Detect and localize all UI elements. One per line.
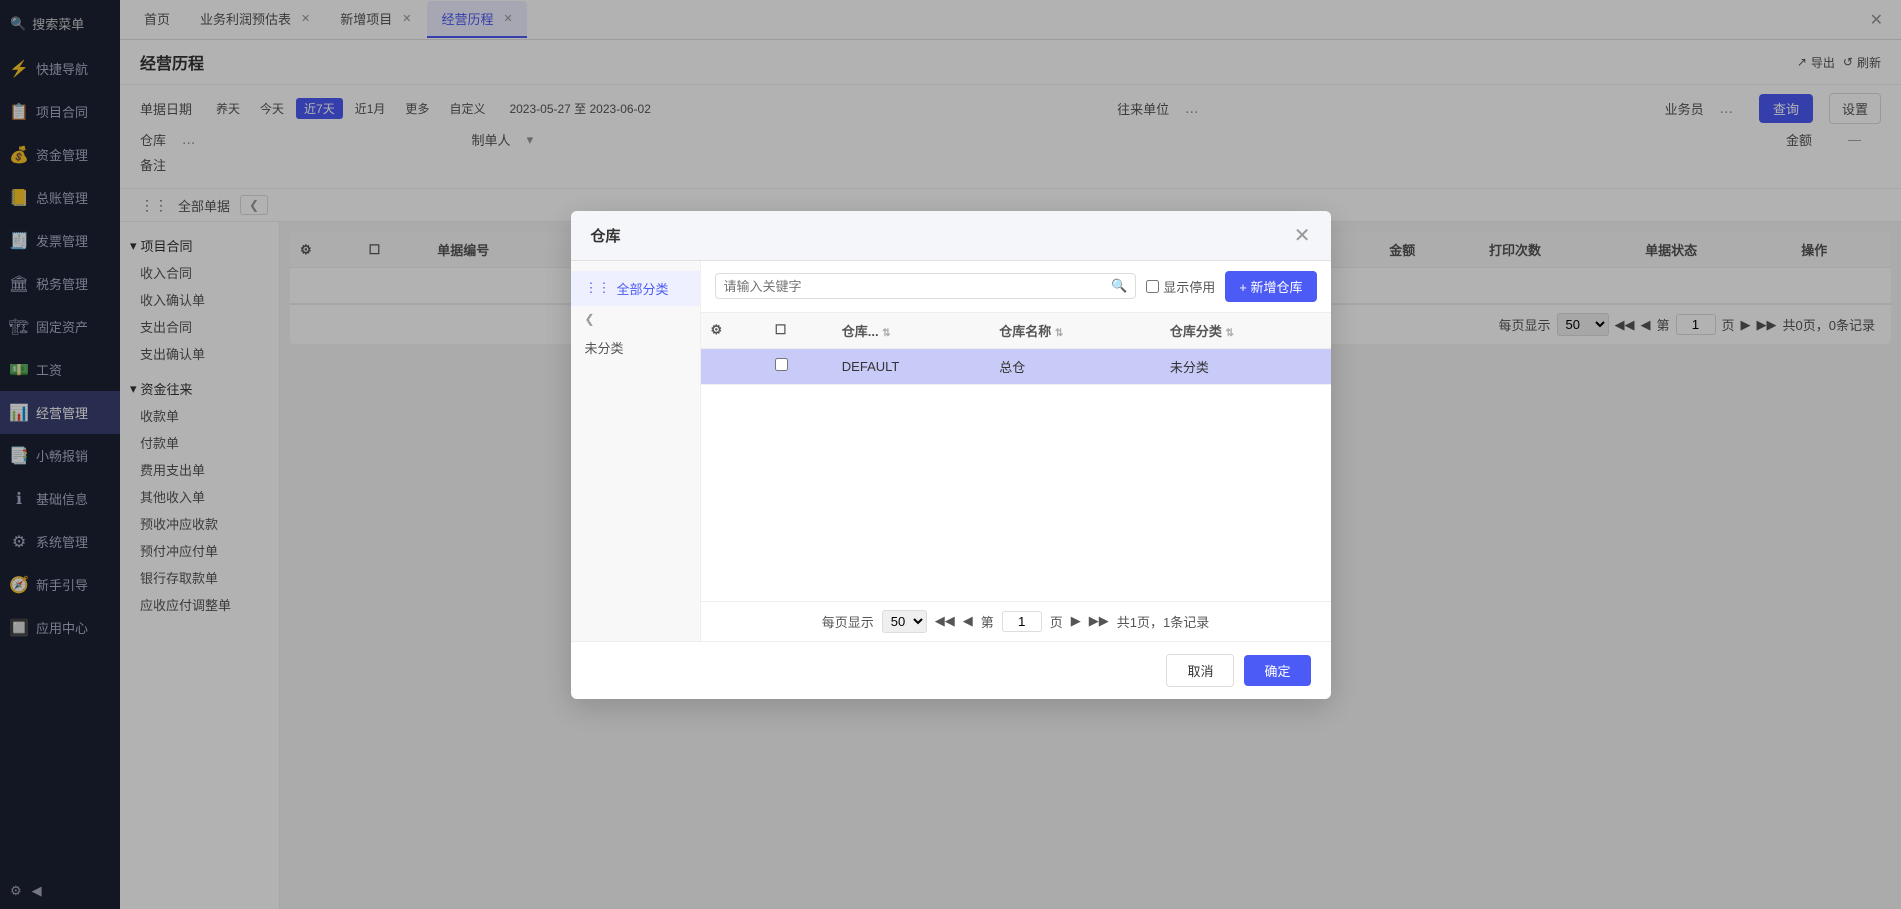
modal-col-checkbox[interactable]: ☐ [765, 313, 832, 349]
modal-category-all[interactable]: ⋮⋮ 全部分类 [571, 271, 700, 306]
modal-cancel-button[interactable]: 取消 [1166, 654, 1234, 687]
modal-footer-actions: 取消 确定 [571, 641, 1331, 699]
modal-header: 仓库 ✕ [571, 211, 1331, 261]
modal-prev-btn[interactable]: ◀ [963, 613, 973, 629]
modal-close-button[interactable]: ✕ [1294, 223, 1311, 248]
modal-table-row[interactable]: DEFAULT 总仓 未分类 [701, 348, 1331, 384]
modal-category-uncategorized[interactable]: 未分类 [571, 330, 700, 365]
row-name-cell: 总仓 [989, 348, 1160, 384]
show-disabled-checkbox[interactable]: 显示停用 [1146, 277, 1215, 296]
modal-confirm-button[interactable]: 确定 [1244, 655, 1310, 686]
modal-next-btn[interactable]: ▶ [1071, 613, 1081, 629]
modal-body: ⋮⋮ 全部分类 ❮ 未分类 🔍 [571, 261, 1331, 641]
modal-col-category: 仓库分类 ⇅ [1160, 313, 1331, 349]
modal-col-settings[interactable]: ⚙ [701, 313, 765, 349]
modal-total-info: 共1页，1条记录 [1117, 612, 1209, 631]
row-checkbox[interactable] [775, 358, 788, 371]
modal-page-size-label: 每页显示 [822, 612, 874, 631]
row-settings-cell [701, 348, 765, 384]
modal-search-input[interactable] [724, 279, 1106, 294]
modal-table-header: ⚙ ☐ 仓库... ⇅ 仓库名称 ⇅ 仓库分类 ⇅ [701, 313, 1331, 349]
modal-table: ⚙ ☐ 仓库... ⇅ 仓库名称 ⇅ 仓库分类 ⇅ DEFA [701, 313, 1331, 385]
expand-collapse-btn[interactable]: ❮ [571, 312, 700, 326]
modal-table-wrap: ⚙ ☐ 仓库... ⇅ 仓库名称 ⇅ 仓库分类 ⇅ DEFA [701, 313, 1331, 601]
grid-icon: ⋮⋮ [585, 280, 611, 296]
modal-col-name: 仓库名称 ⇅ [989, 313, 1160, 349]
modal-sidebar: ⋮⋮ 全部分类 ❮ 未分类 [571, 261, 701, 641]
row-category-cell: 未分类 [1160, 348, 1331, 384]
modal-col-code: 仓库... ⇅ [832, 313, 990, 349]
modal-overlay: 仓库 ✕ ⋮⋮ 全部分类 ❮ 未分类 [0, 0, 1901, 909]
modal-main: 🔍 显示停用 + 新增仓库 ⚙ ☐ [701, 261, 1331, 641]
modal-page-size-select[interactable]: 50 [882, 610, 927, 633]
modal-title: 仓库 [591, 225, 621, 246]
show-disabled-input[interactable] [1146, 280, 1159, 293]
search-icon-modal: 🔍 [1111, 278, 1127, 294]
row-code-cell: DEFAULT [832, 348, 990, 384]
row-checkbox-cell[interactable] [765, 348, 832, 384]
add-warehouse-button[interactable]: + 新增仓库 [1225, 271, 1316, 302]
modal-pagination: 每页显示 50 ◀◀ ◀ 第 页 ▶ ▶▶ 共1页，1条记录 [701, 601, 1331, 641]
modal-page-input[interactable] [1002, 611, 1042, 632]
modal-last-btn[interactable]: ▶▶ [1089, 613, 1109, 629]
warehouse-modal: 仓库 ✕ ⋮⋮ 全部分类 ❮ 未分类 [571, 211, 1331, 699]
modal-first-btn[interactable]: ◀◀ [935, 613, 955, 629]
modal-search-box: 🔍 [715, 273, 1137, 299]
modal-page-unit: 页 [1050, 612, 1063, 631]
modal-page-label: 第 [981, 612, 994, 631]
modal-toolbar: 🔍 显示停用 + 新增仓库 [701, 261, 1331, 313]
